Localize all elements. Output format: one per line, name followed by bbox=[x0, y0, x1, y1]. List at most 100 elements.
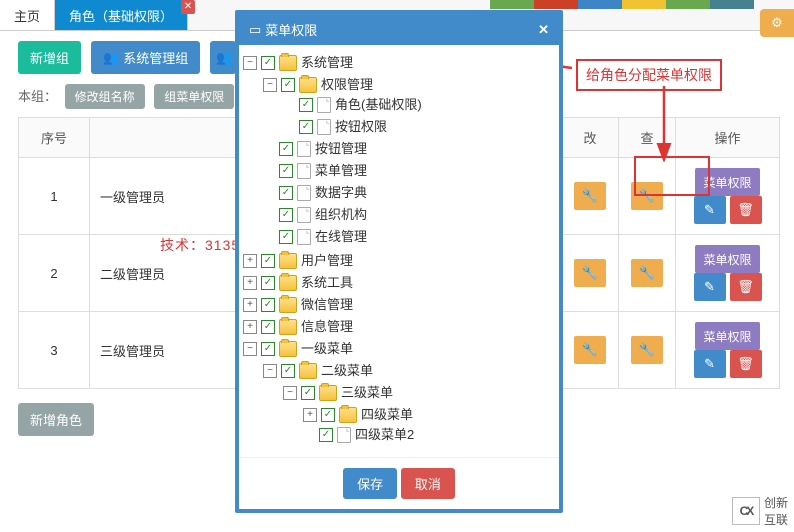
tree-node[interactable]: −✓权限管理✓角色(基础权限)✓按钮权限 bbox=[263, 73, 555, 139]
delete-icon[interactable]: 🗑 bbox=[730, 196, 762, 224]
tree-node[interactable]: + ✓ 系统工具 bbox=[243, 271, 555, 293]
wrench-icon[interactable]: 🔧 bbox=[631, 259, 663, 287]
cell-no: 3 bbox=[19, 312, 90, 389]
group2-button[interactable]: 👥 bbox=[210, 41, 236, 74]
file-icon bbox=[297, 185, 311, 201]
menu-perm-button[interactable]: 菜单权限 bbox=[695, 322, 759, 350]
checkbox-icon[interactable]: ✓ bbox=[319, 428, 333, 442]
checkbox-icon[interactable]: ✓ bbox=[261, 56, 275, 70]
edit-icon[interactable]: ✎ bbox=[694, 350, 726, 378]
tree-node[interactable]: +✓用户管理 bbox=[243, 249, 555, 271]
checkbox-icon[interactable]: ✓ bbox=[321, 408, 335, 422]
tree-node[interactable]: +✓信息管理 bbox=[243, 315, 555, 337]
sys-mgmt-group-button[interactable]: 👥系统管理组 bbox=[91, 41, 200, 74]
checkbox-icon[interactable]: ✓ bbox=[279, 186, 293, 200]
collapse-icon[interactable]: − bbox=[283, 386, 297, 400]
checkbox-icon[interactable]: ✓ bbox=[261, 276, 275, 290]
toggle-placeholder bbox=[263, 209, 275, 221]
folder-icon bbox=[319, 385, 337, 401]
tree-label: 系统工具 bbox=[301, 273, 353, 293]
collapse-icon[interactable]: − bbox=[243, 342, 257, 356]
menu-perm-button[interactable]: 菜单权限 bbox=[695, 168, 759, 196]
tree-node[interactable]: ✓按钮管理 bbox=[263, 139, 555, 161]
expand-icon[interactable]: + bbox=[243, 298, 257, 312]
col-no: 序号 bbox=[19, 118, 90, 158]
tree-node[interactable]: −✓一级菜单−✓二级菜单−✓三级菜单+✓四级菜单✓四级菜单2 bbox=[243, 337, 555, 447]
dialog-title: 菜单权限 bbox=[265, 20, 317, 39]
wrench-icon[interactable]: 🔧 bbox=[574, 182, 606, 210]
wrench-icon[interactable]: 🔧 bbox=[631, 336, 663, 364]
group-menu-perm-button[interactable]: 组菜单权限 bbox=[154, 84, 234, 109]
tab-close-icon[interactable]: ✕ bbox=[181, 0, 195, 14]
tree-node[interactable]: ✓按钮权限 bbox=[283, 117, 555, 139]
tree-node[interactable]: −✓三级菜单+✓四级菜单✓四级菜单2 bbox=[283, 381, 555, 447]
expand-icon[interactable]: + bbox=[243, 276, 257, 290]
checkbox-icon[interactable]: ✓ bbox=[279, 142, 293, 156]
tree-node[interactable]: +✓微信管理 bbox=[243, 293, 555, 315]
cell-view: 🔧 bbox=[619, 158, 676, 235]
checkbox-icon[interactable]: ✓ bbox=[279, 230, 293, 244]
tab-home[interactable]: 主页 bbox=[0, 0, 55, 30]
toggle-placeholder bbox=[263, 165, 275, 177]
edit-icon[interactable]: ✎ bbox=[694, 273, 726, 301]
delete-icon[interactable]: 🗑 bbox=[730, 273, 762, 301]
checkbox-icon[interactable]: ✓ bbox=[281, 78, 295, 92]
group-label: 本组： bbox=[18, 89, 57, 104]
expand-icon[interactable]: + bbox=[243, 254, 257, 268]
dialog-cancel-button[interactable]: 取消 bbox=[401, 468, 455, 499]
checkbox-icon[interactable]: ✓ bbox=[279, 164, 293, 178]
cell-edit: 🔧 bbox=[562, 158, 619, 235]
tree-node[interactable]: −✓二级菜单−✓三级菜单+✓四级菜单✓四级菜单2 bbox=[263, 359, 555, 447]
dialog-save-button[interactable]: 保存 bbox=[343, 468, 397, 499]
dialog-cancel-label: 取消 bbox=[415, 474, 441, 493]
wrench-icon[interactable]: 🔧 bbox=[574, 336, 606, 364]
checkbox-icon[interactable]: ✓ bbox=[299, 98, 313, 112]
expand-icon[interactable]: + bbox=[243, 320, 257, 334]
tree-node[interactable]: ✓组织机构 bbox=[263, 205, 555, 227]
tree-node[interactable]: + ✓ 四级菜单 bbox=[303, 403, 555, 425]
wrench-icon[interactable]: 🔧 bbox=[574, 259, 606, 287]
tree-label: 菜单管理 bbox=[315, 161, 367, 181]
checkbox-icon[interactable]: ✓ bbox=[299, 120, 313, 134]
tree-node[interactable]: ✓ 四级菜单2 bbox=[303, 425, 555, 447]
dialog-close-icon[interactable]: ✕ bbox=[538, 22, 549, 38]
top-color-strip bbox=[490, 0, 754, 9]
checkbox-icon[interactable]: ✓ bbox=[261, 342, 275, 356]
tree-node[interactable]: ✓ 数据字典 bbox=[263, 183, 555, 205]
delete-icon[interactable]: 🗑 bbox=[730, 350, 762, 378]
tree-label: 四级菜单2 bbox=[355, 425, 414, 445]
collapse-icon[interactable]: − bbox=[263, 78, 277, 92]
tree-node[interactable]: ✓在线管理 bbox=[263, 227, 555, 249]
checkbox-icon[interactable]: ✓ bbox=[301, 386, 315, 400]
new-group-button[interactable]: 新增组 bbox=[18, 41, 81, 74]
tree-node[interactable]: −✓系统管理−✓权限管理✓角色(基础权限)✓按钮权限✓按钮管理✓菜单管理✓数据字… bbox=[243, 51, 555, 249]
checkbox-icon[interactable]: ✓ bbox=[281, 364, 295, 378]
toggle-placeholder bbox=[263, 143, 275, 155]
file-icon bbox=[297, 163, 311, 179]
checkbox-icon[interactable]: ✓ bbox=[261, 254, 275, 268]
checkbox-icon[interactable]: ✓ bbox=[279, 208, 293, 222]
tree-label: 四级菜单 bbox=[361, 405, 413, 425]
tree-node[interactable]: ✓ 角色(基础权限) bbox=[283, 95, 555, 117]
collapse-icon[interactable]: − bbox=[263, 364, 277, 378]
menu-permission-dialog: ▭菜单权限 ✕ −✓系统管理−✓权限管理✓角色(基础权限)✓按钮权限✓按钮管理✓… bbox=[235, 10, 563, 513]
toggle-placeholder bbox=[283, 99, 295, 111]
checkbox-icon[interactable]: ✓ bbox=[261, 320, 275, 334]
checkbox-icon[interactable]: ✓ bbox=[261, 298, 275, 312]
permission-tree[interactable]: −✓系统管理−✓权限管理✓角色(基础权限)✓按钮权限✓按钮管理✓菜单管理✓数据字… bbox=[243, 51, 555, 447]
tree-label: 数据字典 bbox=[315, 183, 367, 203]
new-role-button[interactable]: 新增角色 bbox=[18, 403, 94, 436]
wrench-icon[interactable]: 🔧 bbox=[631, 182, 663, 210]
cell-ops: 菜单权限✎🗑 bbox=[676, 158, 780, 235]
menu-perm-button[interactable]: 菜单权限 bbox=[695, 245, 759, 273]
col-g: 改 bbox=[562, 118, 619, 158]
expand-icon[interactable]: + bbox=[303, 408, 317, 422]
tree-label: 角色(基础权限) bbox=[335, 95, 422, 115]
tree-node[interactable]: ✓ 菜单管理 bbox=[263, 161, 555, 183]
annotation-callout: 给角色分配菜单权限 bbox=[576, 59, 722, 91]
dialog-body: −✓系统管理−✓权限管理✓角色(基础权限)✓按钮权限✓按钮管理✓菜单管理✓数据字… bbox=[239, 45, 559, 457]
edit-icon[interactable]: ✎ bbox=[694, 196, 726, 224]
rename-group-button[interactable]: 修改组名称 bbox=[65, 84, 145, 109]
tab-roles[interactable]: 角色（基础权限） ✕ bbox=[55, 0, 188, 30]
collapse-icon[interactable]: − bbox=[243, 56, 257, 70]
